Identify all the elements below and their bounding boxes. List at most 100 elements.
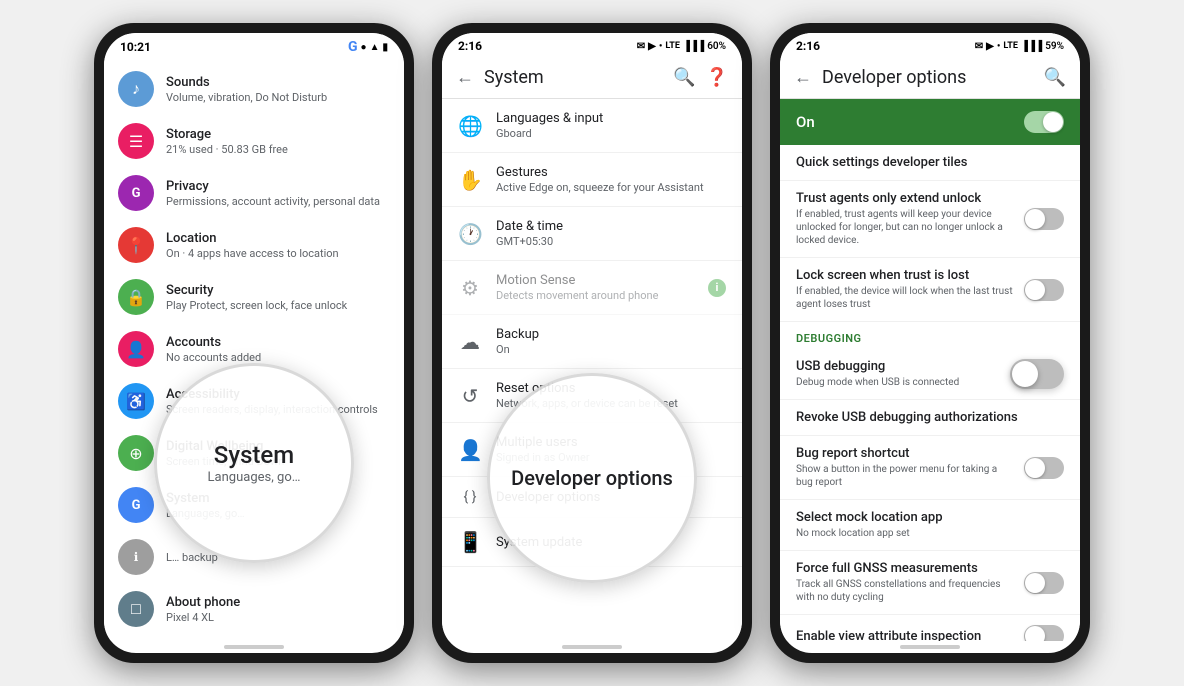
search-button-2[interactable]: 🔍 [673, 67, 695, 88]
system-header: ← System 🔍 ❓ [442, 57, 742, 99]
accessibility-title: Accessibility [166, 387, 390, 402]
settings-item-storage[interactable]: ☰ Storage 21% used · 50.83 GB free [104, 115, 404, 167]
system-icon: G [118, 487, 154, 523]
back-button-3[interactable]: ← [794, 67, 812, 88]
bugreport-title: Bug report shortcut [796, 446, 1016, 461]
dev-item-mocklocation[interactable]: Select mock location app No mock locatio… [780, 500, 1080, 551]
msg-icon: ✉ [637, 41, 645, 52]
backup-sub: On [496, 343, 726, 356]
settings-item-accounts[interactable]: 👤 Accounts No accounts added [104, 323, 404, 375]
bugreport-sub: Show a button in the power menu for taki… [796, 463, 1016, 489]
dev-on-bar: On [780, 99, 1080, 145]
dev-item-viewattribute[interactable]: Enable view attribute inspection [780, 615, 1080, 641]
lte-label-3: LTE [1003, 41, 1018, 51]
phone-1: 10:21 G ● ▲ ▮ ♪ Sounds Volume, vibration… [94, 23, 414, 663]
system-item-users[interactable]: 👤 Multiple users Signed in as Owner [442, 423, 742, 477]
dev-item-bugreport[interactable]: Bug report shortcut Show a button in the… [780, 436, 1080, 500]
sounds-icon: ♪ [118, 71, 154, 107]
settings-item-info[interactable]: ℹ L… backup [104, 531, 404, 583]
gnss-toggle[interactable] [1024, 572, 1064, 594]
video-icon: ▶ [648, 41, 656, 52]
usbdebugging-title: USB debugging [796, 359, 1002, 374]
dev-options-list: Quick settings developer tiles Trust age… [780, 145, 1080, 641]
settings-item-system[interactable]: G System Languages, go… [104, 479, 404, 531]
location-sub: On · 4 apps have access to location [166, 247, 390, 260]
system-item-backup[interactable]: ☁ Backup On [442, 315, 742, 369]
datetime-sub: GMT+05:30 [496, 235, 726, 248]
privacy-icon: G [118, 175, 154, 211]
time-1: 10:21 [120, 40, 151, 54]
settings-item-location[interactable]: 📍 Location On · 4 apps have access to lo… [104, 219, 404, 271]
home-bar-1 [224, 645, 284, 649]
users-sub: Signed in as Owner [496, 451, 726, 464]
settings-item-security[interactable]: 🔒 Security Play Protect, screen lock, fa… [104, 271, 404, 323]
motionsense-badge: i [708, 279, 726, 297]
update-icon: 📱 [458, 530, 482, 554]
system-item-gestures[interactable]: ✋ Gestures Active Edge on, squeeze for y… [442, 153, 742, 207]
lockscreen-title: Lock screen when trust is lost [796, 268, 1016, 283]
bugreport-toggle[interactable] [1024, 457, 1064, 479]
mocklocation-title: Select mock location app [796, 510, 1064, 525]
settings-list: ♪ Sounds Volume, vibration, Do Not Distu… [104, 59, 404, 641]
dev-item-quicksettings[interactable]: Quick settings developer tiles [780, 145, 1080, 181]
lockscreen-toggle[interactable] [1024, 279, 1064, 301]
battery-2: 60% [707, 41, 726, 52]
system-item-languages[interactable]: 🌐 Languages & input Gboard [442, 99, 742, 153]
motionsense-title: Motion Sense [496, 273, 694, 288]
dev-item-usbdebugging[interactable]: USB debugging Debug mode when USB is con… [780, 349, 1080, 400]
digitalwellbeing-title: Digital Wellbeing [166, 439, 390, 454]
dev-item-lockscreen[interactable]: Lock screen when trust is lost If enable… [780, 258, 1080, 322]
status-icons-2: ✉ ▶ • LTE ▐▐▐ 60% [637, 41, 726, 52]
settings-item-digitalwellbeing[interactable]: ⊕ Digital Wellbeing Screen time, Wind Do… [104, 427, 404, 479]
devopt-title: Developer options [496, 490, 726, 505]
viewattribute-toggle[interactable] [1024, 625, 1064, 641]
system-item-datetime[interactable]: 🕐 Date & time GMT+05:30 [442, 207, 742, 261]
home-bar-2 [562, 645, 622, 649]
accessibility-sub: Screen readers, display, interaction con… [166, 403, 390, 416]
gestures-sub: Active Edge on, squeeze for your Assista… [496, 181, 726, 194]
system-item-update[interactable]: 📱 System update [442, 518, 742, 567]
system-list: 🌐 Languages & input Gboard ✋ Gestures Ac… [442, 99, 742, 641]
system-item-motionsense[interactable]: ⚙ Motion Sense Detects movement around p… [442, 261, 742, 315]
settings-item-accessibility[interactable]: ♿ Accessibility Screen readers, display,… [104, 375, 404, 427]
system-header-title: System [484, 67, 663, 88]
trustagents-toggle[interactable] [1024, 208, 1064, 230]
digitalwellbeing-text: Digital Wellbeing Screen time, Wind Down [166, 439, 390, 468]
info-text: L… backup [166, 550, 390, 564]
system-text: System Languages, go… [166, 491, 390, 520]
datetime-title: Date & time [496, 219, 726, 234]
accounts-icon: 👤 [118, 331, 154, 367]
help-button-2[interactable]: ❓ [706, 67, 728, 88]
system-item-reset[interactable]: ↺ Reset options Network, apps, or device… [442, 369, 742, 423]
gnss-title: Force full GNSS measurements [796, 561, 1016, 576]
time-2: 2:16 [458, 39, 482, 53]
sounds-text: Sounds Volume, vibration, Do Not Disturb [166, 75, 390, 104]
security-text: Security Play Protect, screen lock, face… [166, 283, 390, 312]
dev-item-gnss[interactable]: Force full GNSS measurements Track all G… [780, 551, 1080, 615]
settings-item-tips[interactable]: ? Tips & support Help articles, phone & … [104, 635, 404, 641]
gestures-icon: ✋ [458, 168, 482, 192]
settings-item-sounds[interactable]: ♪ Sounds Volume, vibration, Do Not Distu… [104, 63, 404, 115]
sounds-sub: Volume, vibration, Do Not Disturb [166, 91, 390, 104]
usbdebugging-toggle[interactable] [1010, 359, 1064, 389]
search-button-3[interactable]: 🔍 [1044, 67, 1066, 88]
home-bar-3 [900, 645, 960, 649]
status-icons-1: G ● ▲ ▮ [348, 39, 388, 55]
trustagents-sub: If enabled, trust agents will keep your … [796, 208, 1016, 247]
system-item-devopt[interactable]: { } Developer options [442, 477, 742, 518]
back-button-2[interactable]: ← [456, 67, 474, 88]
backup-icon: ☁ [458, 330, 482, 354]
settings-item-privacy[interactable]: G Privacy Permissions, account activity,… [104, 167, 404, 219]
motionsense-sub: Detects movement around phone [496, 289, 694, 302]
dev-header-title: Developer options [822, 67, 1034, 88]
usbdebugging-sub: Debug mode when USB is connected [796, 376, 1002, 389]
dev-on-toggle[interactable] [1024, 111, 1064, 133]
privacy-text: Privacy Permissions, account activity, p… [166, 179, 390, 208]
aboutphone-sub: Pixel 4 XL [166, 611, 390, 624]
settings-item-aboutphone[interactable]: □ About phone Pixel 4 XL [104, 583, 404, 635]
backup-title: Backup [496, 327, 726, 342]
dev-item-revokeusb[interactable]: Revoke USB debugging authorizations [780, 400, 1080, 436]
dev-item-trustagents[interactable]: Trust agents only extend unlock If enabl… [780, 181, 1080, 258]
reset-icon: ↺ [458, 384, 482, 408]
storage-text: Storage 21% used · 50.83 GB free [166, 127, 390, 156]
